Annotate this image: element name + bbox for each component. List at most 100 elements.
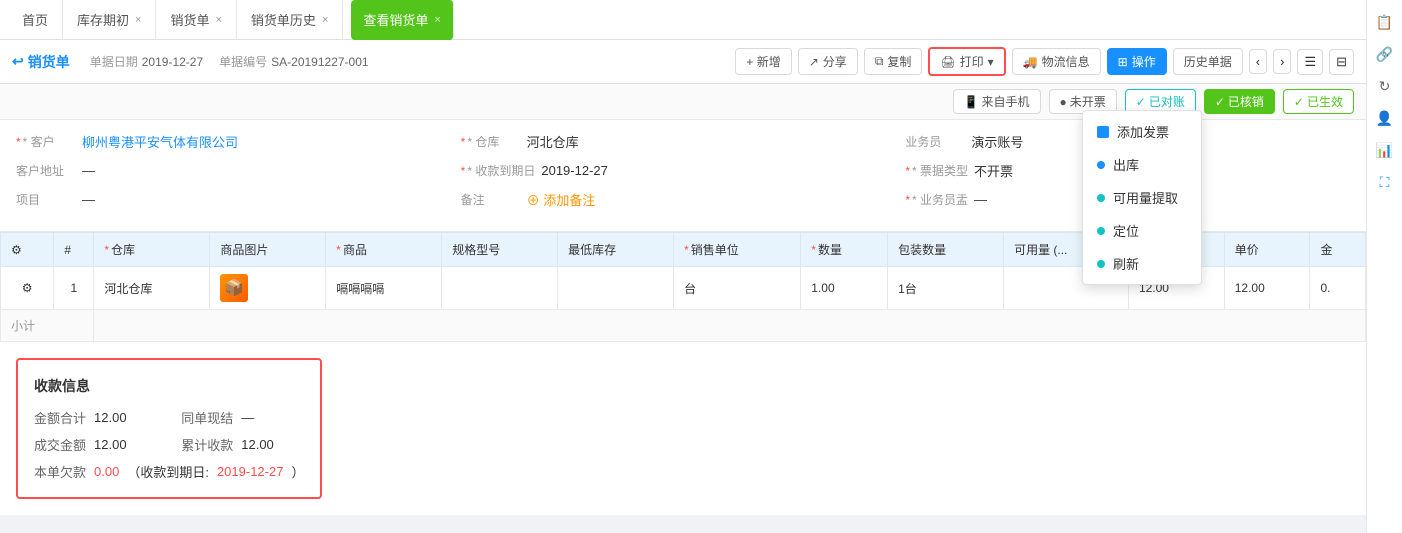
payment-title: 收款信息 [34, 376, 304, 396]
cumulative-row: 累计收款 12.00 [181, 435, 304, 454]
row-num: 1 [54, 267, 94, 310]
dropdown-available-qty[interactable]: 可用量提取 [1083, 181, 1201, 214]
share-icon: ↗ [809, 55, 819, 69]
total-value: 12.00 [94, 410, 127, 425]
same-order-row: 同单现结 — [181, 408, 304, 427]
col-warehouse: *仓库 [94, 233, 210, 267]
effect-button-label: 已生效 [1307, 93, 1343, 110]
col-product: *商品 [326, 233, 442, 267]
view-grid-button[interactable]: ⊟ [1329, 49, 1354, 75]
tab-sales-history-label: 销货单历史 [251, 10, 316, 29]
mobile-button[interactable]: 📱 来自手机 [953, 89, 1041, 114]
copy-icon: ⧉ [875, 54, 884, 69]
same-order-value: — [241, 410, 254, 425]
overdue-label: 本单欠款 [34, 462, 86, 481]
tab-home[interactable]: 首页 [8, 0, 63, 40]
doc-meta: 单据日期 2019-12-27 单据编号 SA-20191227-001 [90, 53, 369, 70]
refresh-icon [1097, 260, 1105, 268]
dropdown-refresh[interactable]: 刷新 [1083, 247, 1201, 280]
customer-value[interactable]: 柳州粤港平安气体有限公司 [82, 132, 238, 151]
warehouse-value: 河北仓库 [527, 132, 579, 151]
tab-sales-close[interactable]: × [215, 14, 221, 26]
col-unit-price: 单价 [1224, 233, 1310, 267]
overdue-bracket: ） [291, 462, 304, 481]
tab-check-sales[interactable]: 查看销货单 × [351, 0, 453, 40]
warehouse-label: * 仓库 [461, 133, 521, 150]
subtotal-row: 小计 [1, 310, 1366, 342]
col-sales-unit: *销售单位 [674, 233, 801, 267]
tab-sales[interactable]: 销货单 × [156, 0, 236, 40]
nav-next-button[interactable]: › [1273, 49, 1291, 74]
tab-inventory-close[interactable]: × [135, 14, 141, 26]
history-button-label: 历史单据 [1184, 53, 1232, 70]
print-dropdown-arrow: ▾ [988, 55, 994, 69]
cancel-button[interactable]: ✓ 已核销 [1204, 89, 1275, 114]
logistics-button[interactable]: 🚚 物流信息 [1012, 48, 1101, 75]
row-product-img: 📦 [210, 267, 326, 310]
outbound-icon [1097, 161, 1105, 169]
same-order-label: 同单现结 [181, 408, 233, 427]
tab-sales-history[interactable]: 销货单历史 × [237, 0, 343, 40]
add-remark-button[interactable]: ⊕ 添加备注 [527, 190, 596, 209]
effect-button[interactable]: ✓ 已生效 [1283, 89, 1354, 114]
col-setting: ⚙ [1, 233, 54, 267]
salesperson-value: 演示账号 [971, 132, 1023, 151]
sidebar-link-icon[interactable]: 🔗 [1371, 40, 1399, 68]
overdue-value: 0.00 [94, 464, 119, 479]
print-icon: 🖨 [940, 55, 955, 69]
operations-dropdown: 添加发票 出库 可用量提取 定位 刷新 [1082, 110, 1202, 285]
dropdown-outbound[interactable]: 出库 [1083, 148, 1201, 181]
grid-icon: ⊞ [1118, 55, 1128, 69]
tab-sales-label: 销货单 [170, 10, 209, 29]
share-button-label: 分享 [823, 53, 847, 70]
tab-check-sales-close[interactable]: × [434, 14, 440, 26]
sidebar-refresh-icon[interactable]: ↻ [1371, 72, 1399, 100]
dropdown-locate[interactable]: 定位 [1083, 214, 1201, 247]
customer-label: * 客户 [16, 133, 76, 150]
row-min-stock [558, 267, 674, 310]
cumulative-label: 累计收款 [181, 435, 233, 454]
num-meta: 单据编号 SA-20191227-001 [219, 53, 368, 70]
sidebar-expand-icon[interactable]: ⛶ [1371, 168, 1399, 196]
refresh-label: 刷新 [1113, 254, 1139, 273]
add-invoice-label: 添加发票 [1117, 122, 1169, 141]
sidebar-chart-icon[interactable]: 📊 [1371, 136, 1399, 164]
row-unit-price: 12.00 [1224, 267, 1310, 310]
history-button[interactable]: 历史单据 [1173, 48, 1243, 75]
date-value: 2019-12-27 [142, 55, 203, 69]
tab-inventory-label: 库存期初 [77, 10, 129, 29]
project-field: 项目 — [16, 191, 461, 208]
new-button[interactable]: + 新增 [735, 48, 791, 75]
operate-button[interactable]: ⊞ 操作 [1107, 48, 1167, 75]
right-sidebar: 📋 🔗 ↻ 👤 📊 ⛶ [1366, 40, 1402, 533]
not-open-icon: ● [1060, 95, 1067, 109]
locate-label: 定位 [1113, 221, 1139, 240]
deal-amount-value: 12.00 [94, 437, 127, 452]
confirm-button-label: 已对账 [1149, 93, 1185, 110]
col-product-img: 商品图片 [210, 233, 326, 267]
logistics-icon: 🚚 [1023, 55, 1038, 69]
sales-mgr-value: — [974, 192, 987, 207]
payment-date-value: 2019-12-27 [541, 163, 608, 178]
nav-prev-button[interactable]: ‹ [1249, 49, 1267, 74]
total-label: 金额合计 [34, 408, 86, 427]
salesperson-label: 业务员 [905, 133, 965, 150]
share-button[interactable]: ↗ 分享 [798, 48, 858, 75]
row-warehouse: 河北仓库 [94, 267, 210, 310]
address-field: 客户地址 — [16, 162, 461, 179]
col-amount: 金 [1310, 233, 1366, 267]
print-button[interactable]: 🖨 打印 ▾ [928, 47, 1005, 76]
tab-inventory[interactable]: 库存期初 × [63, 0, 156, 40]
date-label: 单据日期 [90, 53, 138, 70]
effect-icon: ✓ [1294, 95, 1304, 109]
copy-button[interactable]: ⧉ 复制 [864, 48, 923, 75]
doc-icon: ↩ [12, 53, 24, 70]
sidebar-user-icon[interactable]: 👤 [1371, 104, 1399, 132]
row-setting[interactable]: ⚙ [1, 267, 54, 310]
add-invoice-icon [1097, 126, 1109, 138]
main-toolbar: ↩ 销货单 单据日期 2019-12-27 单据编号 SA-20191227-0… [0, 40, 1366, 84]
invoice-type-value: 不开票 [974, 161, 1013, 180]
dropdown-add-invoice[interactable]: 添加发票 [1083, 115, 1201, 148]
view-list-button[interactable]: ☰ [1297, 49, 1323, 75]
tab-sales-history-close[interactable]: × [322, 14, 328, 26]
